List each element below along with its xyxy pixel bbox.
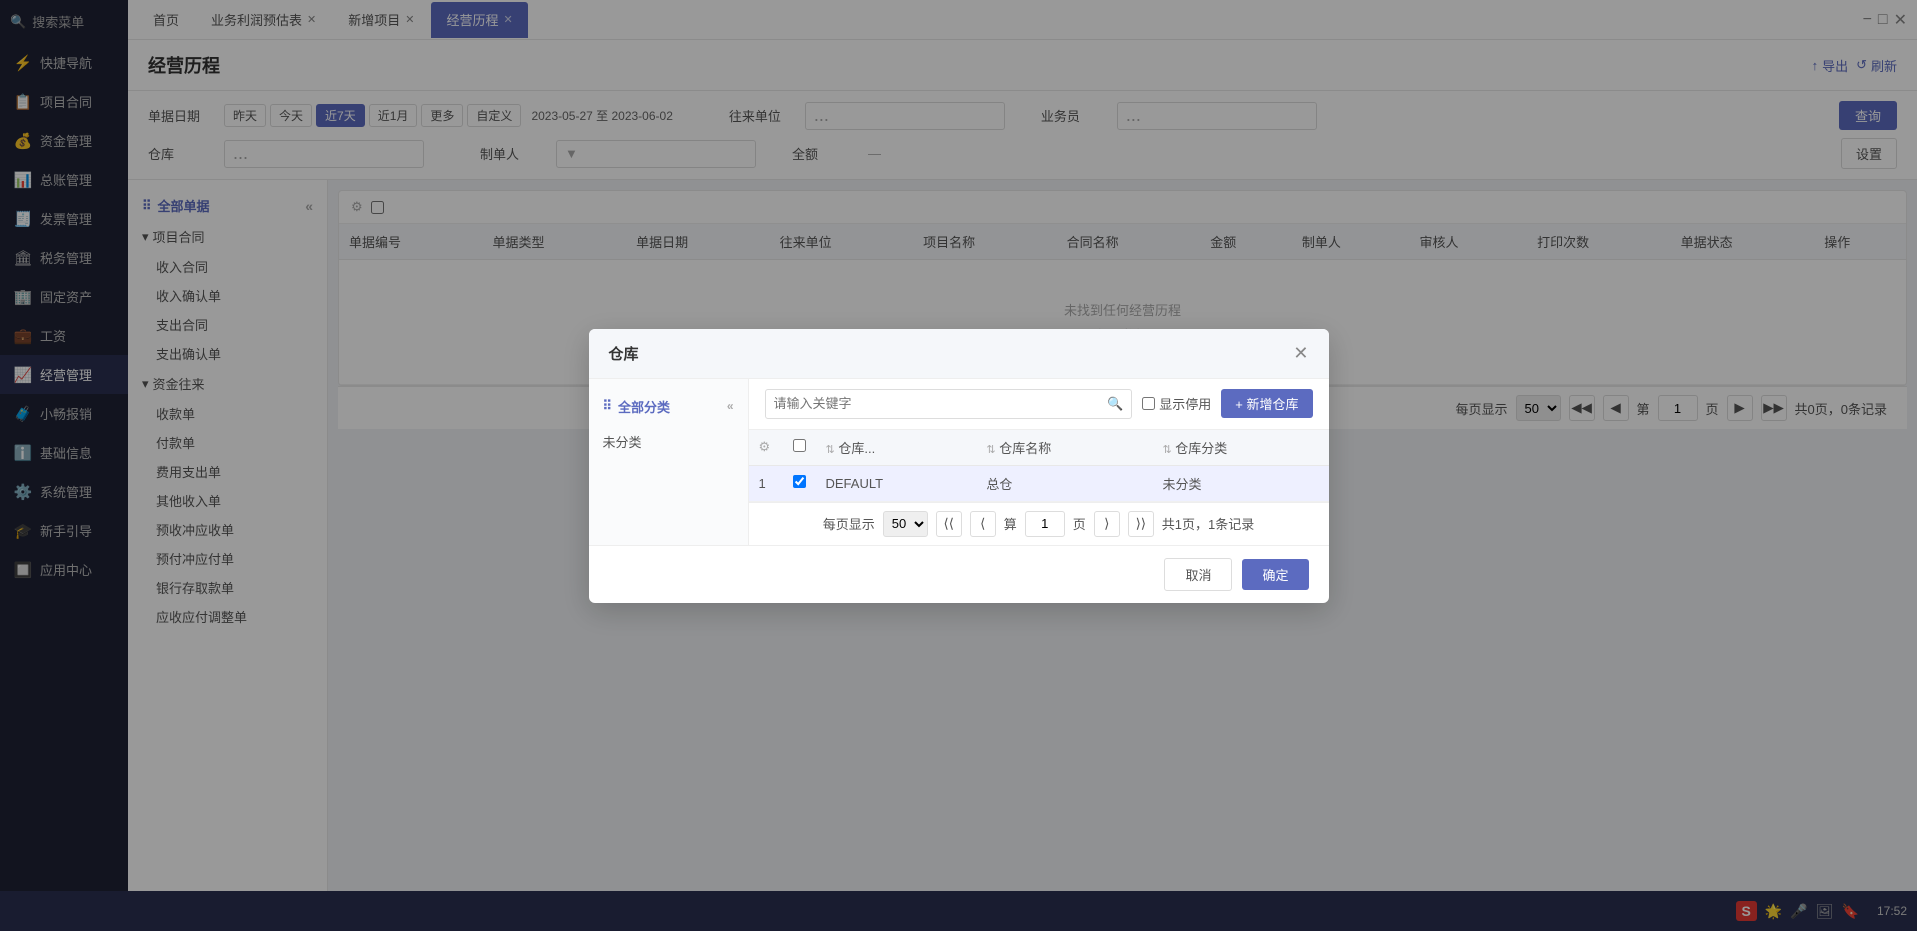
modal-table-body: 1 DEFAULT 总仓 未分类 [749, 465, 1329, 501]
modal-row-name: 总仓 [976, 465, 1152, 501]
modal-per-page-label: 每页显示 [823, 514, 875, 533]
modal-right-panel: 🔍 显示停用 + 新增仓库 ⚙ [749, 379, 1329, 545]
modal-th-category-label: 仓库分类 [1175, 441, 1227, 456]
modal-left-unclassified[interactable]: 未分类 [589, 424, 748, 459]
modal-unclassified-label: 未分类 [603, 432, 642, 451]
modal-th-name: ⇅ 仓库名称 [976, 430, 1152, 466]
warehouse-modal: 仓库 ✕ ⠿ 全部分类 « 未分类 [589, 329, 1329, 603]
modal-left-panel: ⠿ 全部分类 « 未分类 [589, 379, 749, 545]
sort-icon-category: ⇅ [1162, 444, 1171, 456]
modal-title: 仓库 [609, 343, 639, 364]
modal-row-checkbox-cell [783, 465, 816, 501]
modal-left-all-category[interactable]: ⠿ 全部分类 « [589, 389, 748, 424]
modal-show-disabled-checkbox[interactable] [1142, 397, 1155, 410]
modal-page-input[interactable] [1025, 511, 1065, 537]
modal-toolbar: 🔍 显示停用 + 新增仓库 [749, 379, 1329, 430]
modal-total-text: 共1页，1条记录 [1162, 514, 1254, 533]
modal-confirm-btn[interactable]: 确定 [1242, 559, 1308, 590]
modal-pagination: 每页显示 50 ⟨⟨ ⟨ 算 页 ⟩ ⟩⟩ 共1页，1条记录 [749, 502, 1329, 545]
modal-all-category-label: 全部分类 [618, 397, 670, 416]
modal-th-category: ⇅ 仓库分类 [1152, 430, 1328, 466]
modal-table-row[interactable]: 1 DEFAULT 总仓 未分类 [749, 465, 1329, 501]
modal-page-unit: 页 [1073, 514, 1086, 533]
modal-search-input[interactable] [774, 396, 1102, 411]
modal-first-btn[interactable]: ⟨⟨ [936, 511, 962, 537]
modal-next-btn[interactable]: ⟩ [1094, 511, 1120, 537]
grid-icon-modal: ⠿ [603, 398, 613, 414]
modal-row-checkbox[interactable] [793, 475, 806, 488]
modal-th-name-label: 仓库名称 [999, 441, 1051, 456]
modal-table: ⚙ ⇅ 仓库... ⇅ [749, 430, 1329, 502]
modal-search-box: 🔍 [765, 389, 1133, 419]
modal-table-header: ⚙ ⇅ 仓库... ⇅ [749, 430, 1329, 466]
modal-overlay: 仓库 ✕ ⠿ 全部分类 « 未分类 [0, 0, 1917, 931]
modal-th-code-label: 仓库... [838, 441, 875, 456]
modal-add-warehouse-btn[interactable]: + 新增仓库 [1221, 389, 1312, 418]
modal-th-code: ⇅ 仓库... [816, 430, 977, 466]
modal-row-num: 1 [749, 465, 783, 501]
modal-row-category: 未分类 [1152, 465, 1328, 501]
sort-icon-name: ⇅ [986, 444, 995, 456]
modal-col-settings-icon[interactable]: ⚙ [759, 439, 771, 454]
sort-icon-code: ⇅ [826, 444, 835, 456]
modal-last-btn[interactable]: ⟩⟩ [1128, 511, 1154, 537]
modal-footer: 取消 确定 [589, 545, 1329, 603]
modal-show-disabled-label[interactable]: 显示停用 [1142, 394, 1211, 413]
modal-cancel-btn[interactable]: 取消 [1164, 558, 1232, 591]
modal-prev-btn[interactable]: ⟨ [970, 511, 996, 537]
modal-per-page-select[interactable]: 50 [883, 511, 928, 537]
modal-close-icon[interactable]: ✕ [1293, 343, 1308, 364]
modal-body: ⠿ 全部分类 « 未分类 🔍 显示停用 [589, 379, 1329, 545]
modal-collapse-btn[interactable]: « [727, 399, 734, 413]
modal-search-icon: 🔍 [1107, 396, 1123, 412]
modal-table-container: ⚙ ⇅ 仓库... ⇅ [749, 430, 1329, 502]
modal-th-settings: ⚙ [749, 430, 783, 466]
modal-header: 仓库 ✕ [589, 329, 1329, 379]
modal-show-disabled-text: 显示停用 [1159, 394, 1211, 413]
modal-th-checkbox [783, 430, 816, 466]
modal-page-label: 算 [1004, 514, 1017, 533]
modal-select-all[interactable] [793, 439, 806, 452]
modal-row-code: DEFAULT [816, 465, 977, 501]
